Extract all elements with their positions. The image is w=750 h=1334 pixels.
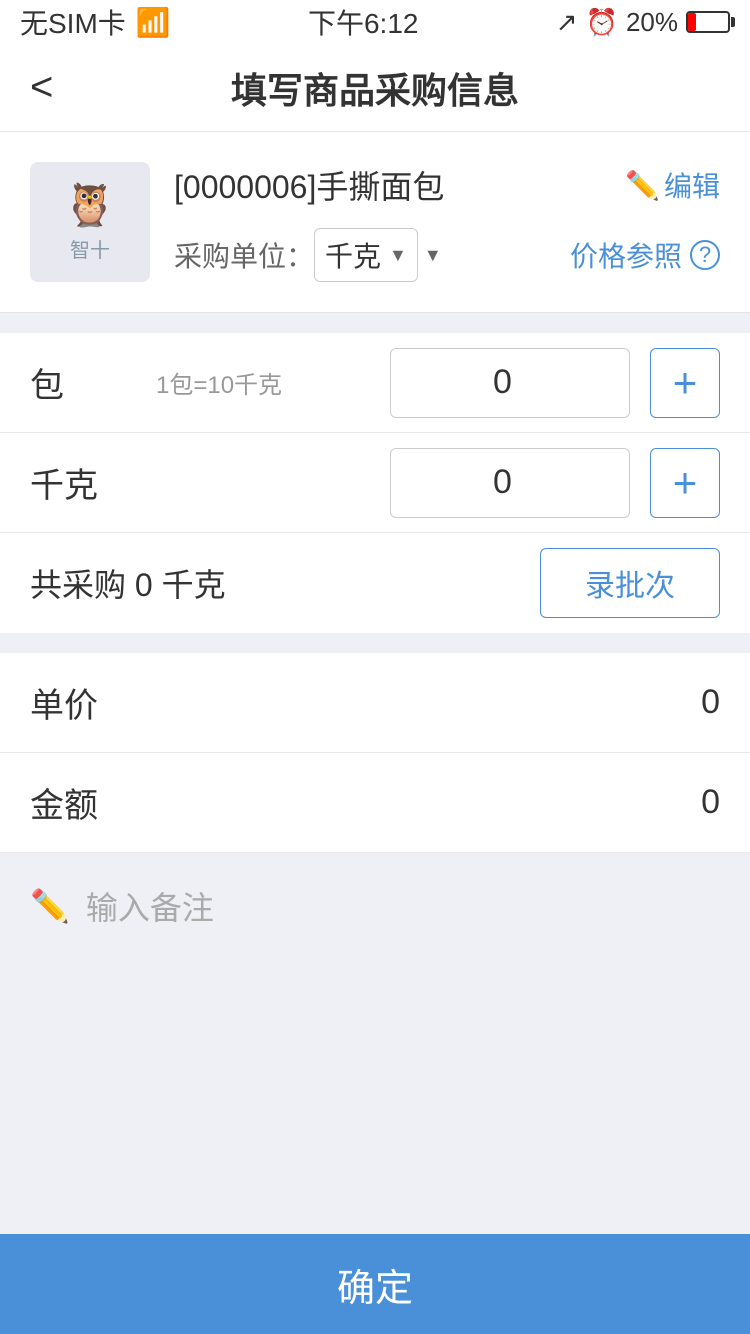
carrier-text: 无SIM卡 <box>20 2 126 42</box>
unit-value: 千克 <box>325 235 381 275</box>
record-batch-button[interactable]: 录批次 <box>540 548 720 618</box>
product-name: [0000006]手撕面包 <box>174 162 444 208</box>
amount-label: 金额 <box>30 778 98 827</box>
summary-row: 共采购 0 千克 录批次 <box>0 533 750 633</box>
page-title: 填写商品采购信息 <box>231 62 519 114</box>
pack-label: 包 <box>30 358 150 407</box>
location-icon: ↗ <box>556 7 578 38</box>
kg-plus-button[interactable]: + <box>650 448 720 518</box>
status-time: 下午6:12 <box>308 2 419 42</box>
edit-label: 编辑 <box>664 165 720 205</box>
status-bar: 无SIM卡 📶 下午6:12 ↗ ⏰ 20% <box>0 0 750 44</box>
amount-row: 金额 0 <box>0 753 750 853</box>
alarm-icon: ⏰ <box>586 7 618 38</box>
battery-fill <box>688 13 696 31</box>
pack-plus-button[interactable]: + <box>650 348 720 418</box>
confirm-button[interactable]: 确定 <box>0 1234 750 1334</box>
unit-row: 采购单位： 千克 ▼ 价格参照 ? <box>174 228 720 282</box>
product-logo-icon: 🦉 <box>64 181 116 230</box>
product-card: 🦉 智十 [0000006]手撕面包 ✏️ 编辑 采购单位： 千克 ▼ <box>0 132 750 313</box>
price-ref-label: 价格参照 <box>570 235 682 275</box>
battery-percent: 20% <box>626 7 678 38</box>
kg-quantity-input[interactable] <box>390 448 630 518</box>
nav-bar: < 填写商品采购信息 <box>0 44 750 132</box>
product-info: [0000006]手撕面包 ✏️ 编辑 采购单位： 千克 ▼ 价格参照 ? <box>174 162 720 282</box>
summary-text: 共采购 0 千克 <box>30 560 226 606</box>
product-thumbnail: 🦉 智十 <box>30 162 150 282</box>
bottom-spacer <box>0 959 750 1259</box>
status-left: 无SIM卡 📶 <box>20 2 171 42</box>
kg-input-wrap: + <box>150 448 720 518</box>
price-section: 单价 0 金额 0 <box>0 653 750 853</box>
wifi-icon: 📶 <box>136 6 171 39</box>
price-ref-info-icon: ? <box>690 240 720 270</box>
unit-select[interactable]: 千克 ▼ <box>314 228 418 282</box>
note-placeholder: 输入备注 <box>86 883 214 929</box>
pack-input-wrap: + <box>282 348 720 418</box>
pack-sub-label: 1包=10千克 <box>156 365 282 400</box>
pack-input-row: 包 1包=10千克 + <box>0 333 750 433</box>
kg-label: 千克 <box>30 458 150 507</box>
edit-icon: ✏️ <box>625 169 660 202</box>
price-ref-button[interactable]: 价格参照 ? <box>570 235 720 275</box>
unit-price-label: 单价 <box>30 678 98 727</box>
pack-quantity-input[interactable] <box>390 348 630 418</box>
back-button[interactable]: < <box>30 65 53 110</box>
unit-chevron-icon: ▼ <box>389 245 407 266</box>
section-separator-2 <box>0 633 750 653</box>
input-section: 包 1包=10千克 + 千克 + <box>0 333 750 533</box>
note-section[interactable]: ✏️ 输入备注 <box>0 853 750 959</box>
unit-select-wrap[interactable]: 千克 ▼ <box>314 228 442 282</box>
thumbnail-inner: 🦉 智十 <box>50 182 130 262</box>
product-title-row: [0000006]手撕面包 ✏️ 编辑 <box>174 162 720 208</box>
unit-price-value: 0 <box>701 683 720 722</box>
product-logo-text: 智十 <box>70 234 110 263</box>
unit-label: 采购单位： <box>174 235 314 275</box>
unit-label-wrap: 采购单位： 千克 ▼ <box>174 228 442 282</box>
status-right: ↗ ⏰ 20% <box>556 7 730 38</box>
section-separator-1 <box>0 313 750 333</box>
edit-button[interactable]: ✏️ 编辑 <box>625 165 720 205</box>
unit-price-row: 单价 0 <box>0 653 750 753</box>
battery-icon <box>686 11 730 33</box>
note-pencil-icon: ✏️ <box>30 887 70 925</box>
kg-input-row: 千克 + <box>0 433 750 533</box>
amount-value: 0 <box>701 783 720 822</box>
